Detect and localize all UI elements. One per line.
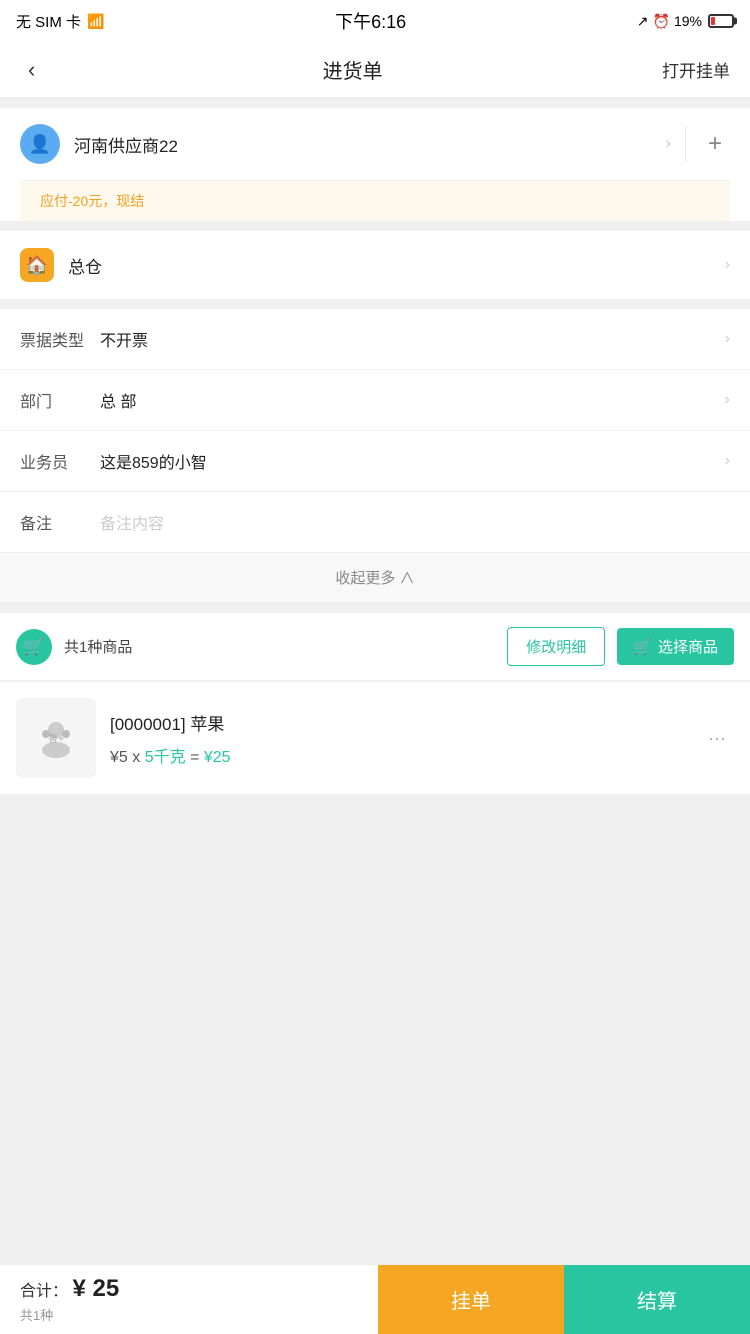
select-product-icon: 🛒 [633,638,652,656]
products-header: 🛒 共1种商品 修改明细 🛒 选择商品 [0,613,750,680]
equals-sign: = [190,749,204,766]
collapse-button[interactable]: 收起更多 ∧ [0,552,750,603]
product-thumbnail: 鲁+ [16,698,96,778]
warehouse-icon: 🏠 [20,248,54,282]
invoice-type-row[interactable]: 票据类型 不开票 › [0,309,750,370]
warehouse-section: 🏠 总仓 › [0,231,750,299]
svg-text:鲁+: 鲁+ [48,732,64,745]
salesperson-value: 这是859的小智 [100,449,725,473]
chevron-right-icon: › [666,135,671,153]
warehouse-chevron-icon: › [725,256,730,274]
product-more-button[interactable]: ··· [700,724,734,753]
add-supplier-button[interactable]: + [700,126,730,162]
footer-total: 合计： ¥ 25 共1种 [0,1275,378,1324]
department-label: 部门 [20,388,100,412]
warehouse-row[interactable]: 🏠 总仓 › [20,231,730,299]
status-bar: 无 SIM 卡 📶 下午6:16 ↗ ⏰ 19% [0,0,750,42]
page-title: 进货单 [323,55,383,84]
quantity-value: 5千克 [145,749,186,766]
salesperson-chevron-icon: › [725,452,730,470]
back-button[interactable]: ‹ [20,49,43,91]
footer-total-row: 合计： ¥ 25 [20,1275,358,1303]
supplier-section: 👤 河南供应商22 › + 应付-20元，现结 [0,108,750,221]
price-separator: x [132,749,144,766]
warehouse-name: 总仓 [68,253,725,278]
status-right: ↗ ⏰ 19% [637,13,734,30]
nav-bar: ‹ 进货单 打开挂单 [0,42,750,98]
supplier-name: 河南供应商22 [74,132,666,157]
remark-label: 备注 [20,510,100,534]
select-product-button[interactable]: 🛒 选择商品 [617,628,734,665]
carrier-text: 无 SIM 卡 [16,11,81,32]
remark-row[interactable]: 备注 备注内容 [0,492,750,552]
top-divider [0,98,750,108]
invoice-chevron-icon: › [725,330,730,348]
salesperson-row[interactable]: 业务员 这是859的小智 › [0,431,750,492]
department-row[interactable]: 部门 总 部 › [0,370,750,431]
remark-input[interactable]: 备注内容 [100,510,730,534]
product-count-label: 共1种商品 [64,636,495,657]
total-sub: 共1种 [20,1305,358,1324]
product-price: ¥5 x 5千克 = ¥25 [110,743,700,767]
status-time: 下午6:16 [335,8,406,34]
vertical-divider [685,126,686,162]
battery-text: 19% [674,13,702,29]
footer-spacer [0,794,750,874]
notice-bar: 应付-20元，现结 [20,181,730,221]
location-icon: ↗ [637,13,649,30]
alarm-icon: ⏰ [653,13,670,30]
wifi-icon: 📶 [87,13,104,30]
total-value: ¥ 25 [72,1275,119,1302]
avatar: 👤 [20,124,60,164]
select-product-label: 选择商品 [658,636,718,657]
battery-icon [708,14,734,28]
status-left: 无 SIM 卡 📶 [16,11,104,32]
product-info: [0000001] 苹果 ¥5 x 5千克 = ¥25 [110,710,700,767]
edit-detail-button[interactable]: 修改明细 [507,627,605,666]
avatar-icon: 👤 [29,134,51,155]
pending-button[interactable]: 挂单 [378,1265,564,1334]
price-per-unit: ¥5 [110,749,128,766]
department-value: 总 部 [100,388,725,412]
settle-button[interactable]: 结算 [564,1265,750,1334]
department-chevron-icon: › [725,391,730,409]
supplier-row[interactable]: 👤 河南供应商22 › + [20,108,730,181]
product-icon: 🛒 [16,629,52,665]
cart-icon: 🛒 [23,637,44,657]
invoice-type-value: 不开票 [100,327,725,351]
form-section: 票据类型 不开票 › 部门 总 部 › 业务员 这是859的小智 › 备注 备注… [0,309,750,552]
total-label: 合计： [20,1283,68,1300]
product-item: 鲁+ [0000001] 苹果 ¥5 x 5千克 = ¥25 ··· [0,682,750,794]
salesperson-label: 业务员 [20,449,100,473]
invoice-type-label: 票据类型 [20,327,100,351]
open-pending-button[interactable]: 打开挂单 [662,57,730,82]
product-placeholder-icon: 鲁+ [32,714,80,762]
product-name: [0000001] 苹果 [110,710,700,735]
footer: 合计： ¥ 25 共1种 挂单 结算 [0,1264,750,1334]
total-price: ¥25 [204,749,231,766]
